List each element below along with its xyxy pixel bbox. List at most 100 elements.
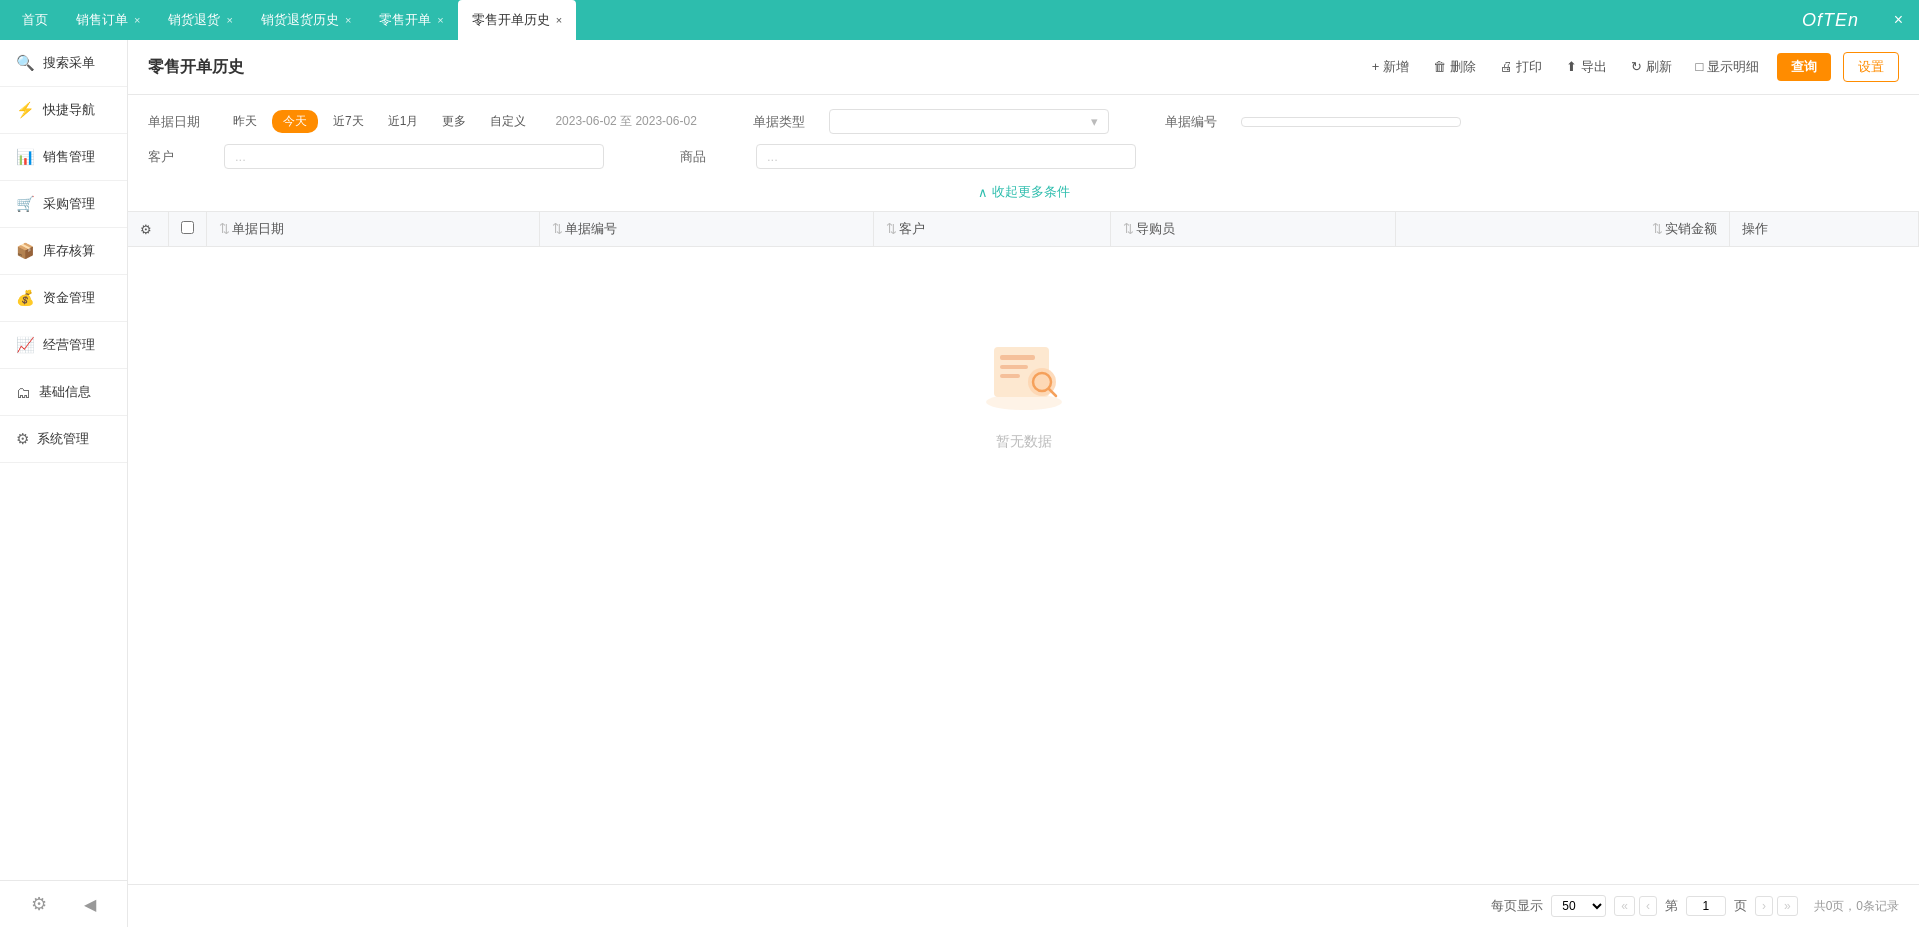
doc-type-select[interactable]: ▾ — [829, 109, 1109, 134]
print-button[interactable]: 🖨 打印 — [1494, 54, 1549, 80]
sidebar-label-sales: 销售管理 — [43, 148, 95, 166]
sidebar-bottom: ⚙ ◀ — [0, 880, 127, 927]
page-title: 零售开单历史 — [148, 57, 244, 78]
empty-illustration — [974, 327, 1074, 417]
content-area: 零售开单历史 + 新增 🗑 删除 🖨 打印 ⬆ 导出 ↻ 刷新 □ 显示明细 查… — [128, 40, 1919, 927]
tab-home[interactable]: 首页 — [8, 0, 62, 40]
sidebar-item-system[interactable]: ⚙ 系统管理 — [0, 416, 127, 463]
date-buttons: 昨天 今天 近7天 近1月 更多 自定义 — [224, 110, 535, 133]
th-customer: ⇅客户 — [873, 212, 1110, 247]
prev-page-button[interactable]: ‹ — [1639, 896, 1657, 916]
tab-close-sales-return-history[interactable]: × — [345, 14, 351, 26]
sidebar-label-system: 系统管理 — [37, 430, 89, 448]
svg-rect-4 — [1000, 374, 1020, 378]
tab-sales-return[interactable]: 销货退货× — [154, 0, 246, 40]
date-btn-7days[interactable]: 近7天 — [324, 110, 373, 133]
page-size-label: 每页显示 — [1491, 897, 1543, 915]
date-btn-today[interactable]: 今天 — [272, 110, 318, 133]
sidebar-label-inventory: 库存核算 — [43, 242, 95, 260]
sidebar-icon-inventory: 📦 — [16, 242, 35, 260]
sidebar-item-quick-nav[interactable]: ⚡ 快捷导航 — [0, 87, 127, 134]
page-suffix: 页 — [1734, 897, 1747, 915]
filter-collapse-row: ∧ 收起更多条件 — [148, 179, 1899, 201]
goods-label: 商品 — [680, 148, 740, 166]
table-header-row: ⚙ ⇅单据日期 ⇅单据编号 ⇅客户 ⇅导购员 ⇅实销金额 操作 — [128, 212, 1919, 247]
th-date: ⇅单据日期 — [206, 212, 540, 247]
total-info: 共0页，0条记录 — [1814, 898, 1899, 915]
date-label: 单据日期 — [148, 113, 208, 131]
settings-button[interactable]: 设置 — [1843, 52, 1899, 82]
last-page-button[interactable]: » — [1777, 896, 1798, 916]
collapse-label: 收起更多条件 — [992, 183, 1070, 201]
goods-input[interactable]: ... — [756, 144, 1136, 169]
tab-close-sales-return[interactable]: × — [226, 14, 232, 26]
chevron-down-icon: ▾ — [1091, 114, 1098, 129]
th-no: ⇅单据编号 — [540, 212, 874, 247]
date-range-display: 2023-06-02 至 2023-06-02 — [555, 113, 696, 130]
sidebar-icon-sales: 📊 — [16, 148, 35, 166]
filter-row-1: 单据日期 昨天 今天 近7天 近1月 更多 自定义 2023-06-02 至 2… — [148, 109, 1899, 134]
filter-area: 单据日期 昨天 今天 近7天 近1月 更多 自定义 2023-06-02 至 2… — [128, 95, 1919, 212]
sidebar-label-search: 搜索采单 — [43, 54, 95, 72]
tab-sales-return-history[interactable]: 销货退货历史× — [247, 0, 365, 40]
sidebar-label-quick-nav: 快捷导航 — [43, 101, 95, 119]
sidebar-label-purchase: 采购管理 — [43, 195, 95, 213]
delete-button[interactable]: 🗑 删除 — [1427, 54, 1482, 80]
tab-close-retail-open-history[interactable]: × — [556, 14, 562, 26]
customer-input[interactable]: ... — [224, 144, 604, 169]
first-page-button[interactable]: « — [1614, 896, 1635, 916]
doc-no-input[interactable] — [1241, 117, 1461, 127]
page-number-input[interactable] — [1686, 896, 1726, 916]
refresh-button[interactable]: ↻ 刷新 — [1625, 54, 1678, 80]
doc-type-label: 单据类型 — [753, 113, 813, 131]
date-btn-more[interactable]: 更多 — [433, 110, 475, 133]
display-detail-button[interactable]: □ 显示明细 — [1690, 54, 1765, 80]
sidebar-label-finance: 资金管理 — [43, 289, 95, 307]
export-button[interactable]: ⬆ 导出 — [1560, 54, 1613, 80]
sidebar-item-search[interactable]: 🔍搜索采单 — [0, 40, 127, 87]
collapse-button[interactable]: ∧ 收起更多条件 — [978, 183, 1070, 201]
query-button[interactable]: 查询 — [1777, 53, 1831, 81]
date-btn-custom[interactable]: 自定义 — [481, 110, 535, 133]
sidebar-item-inventory[interactable]: 📦 库存核算 — [0, 228, 127, 275]
customer-label: 客户 — [148, 148, 208, 166]
page-label: 第 — [1665, 897, 1678, 915]
date-btn-yesterday[interactable]: 昨天 — [224, 110, 266, 133]
customer-dots: ... — [235, 149, 246, 164]
select-all-checkbox[interactable] — [181, 221, 194, 234]
sidebar-label-base: 基础信息 — [39, 383, 91, 401]
chevron-up-icon: ∧ — [978, 185, 988, 200]
goods-dots: ... — [767, 149, 778, 164]
doc-no-label: 单据编号 — [1165, 113, 1225, 131]
sidebar-item-base[interactable]: 🗂 基础信息 — [0, 369, 127, 416]
th-checkbox[interactable] — [168, 212, 206, 247]
sidebar-icon-base: 🗂 — [16, 384, 31, 401]
sidebar-item-purchase[interactable]: 🛒采购管理 — [0, 181, 127, 228]
sidebar-icon-finance: 💰 — [16, 289, 35, 307]
add-button[interactable]: + 新增 — [1366, 54, 1415, 80]
empty-text: 暂无数据 — [996, 433, 1052, 451]
settings-icon[interactable]: ⚙ — [31, 893, 47, 915]
date-btn-1month[interactable]: 近1月 — [379, 110, 428, 133]
sidebar-icon-quick-nav: ⚡ — [16, 101, 35, 119]
svg-rect-2 — [1000, 355, 1035, 360]
sidebar-item-finance[interactable]: 💰 资金管理 — [0, 275, 127, 322]
sidebar-icon-system: ⚙ — [16, 430, 29, 448]
page-nav: « ‹ 第 页 › » — [1614, 896, 1797, 916]
tab-close-retail-open[interactable]: × — [437, 14, 443, 26]
tab-retail-open-history[interactable]: 零售开单历史× — [458, 0, 576, 40]
svg-rect-3 — [1000, 365, 1028, 369]
sidebar-item-operations[interactable]: 📈经营管理 — [0, 322, 127, 369]
sidebar-item-sales[interactable]: 📊 销售管理 — [0, 134, 127, 181]
next-page-button[interactable]: › — [1755, 896, 1773, 916]
tab-sales-order[interactable]: 销售订单× — [62, 0, 154, 40]
th-amount: ⇅实销金额 — [1396, 212, 1730, 247]
collapse-icon[interactable]: ◀ — [84, 895, 96, 914]
th-settings[interactable]: ⚙ — [128, 212, 168, 247]
tab-close-sales-order[interactable]: × — [134, 14, 140, 26]
page-size-select[interactable]: 50 100 200 — [1551, 895, 1606, 917]
sidebar-label-operations: 经营管理 — [43, 336, 95, 354]
th-guide: ⇅导购员 — [1110, 212, 1395, 247]
window-close-button[interactable]: × — [1886, 11, 1911, 29]
tab-retail-open[interactable]: 零售开单× — [365, 0, 457, 40]
